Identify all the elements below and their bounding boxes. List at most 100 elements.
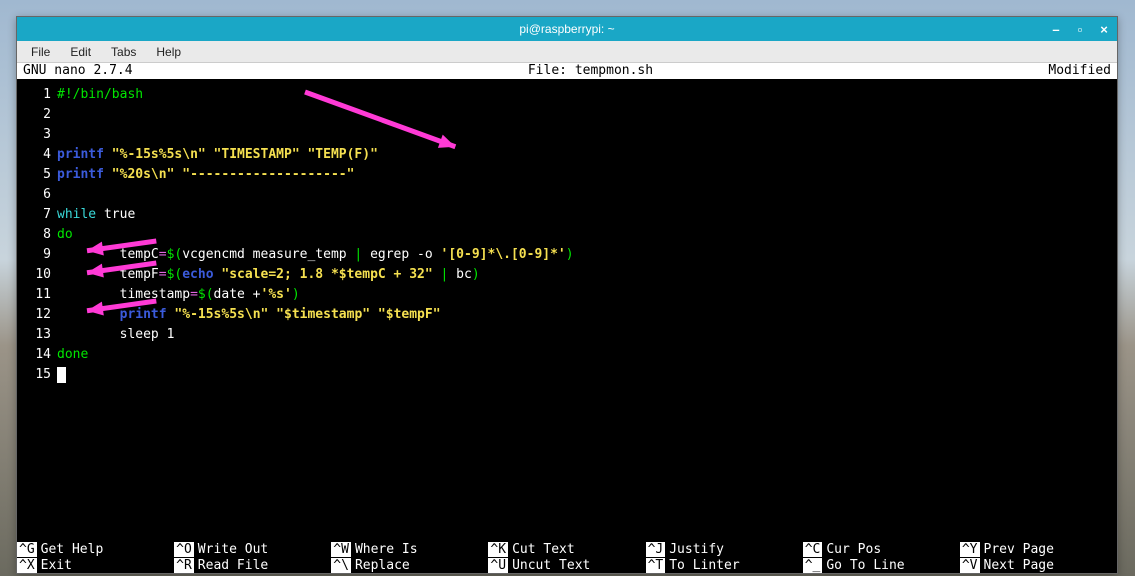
shortcut-key: ^O [174, 542, 194, 557]
line-content: done [57, 345, 1117, 365]
nano-shortcuts: ^G Get Help ^O Write Out ^WWhere Is^K Cut Tex… [17, 541, 1117, 573]
text-cursor [57, 367, 66, 383]
line-content: printf "%-15s%5s\n" "TIMESTAMP" "TEMP(F)… [57, 145, 1117, 165]
line-number: 11 [17, 285, 57, 305]
shortcut-label: Go To Line [826, 558, 904, 573]
shortcut-key: ^J [646, 542, 666, 557]
shortcut-label: Read File [198, 558, 268, 573]
shortcut-key: ^U [488, 558, 508, 573]
shortcut-key: ^R [174, 558, 194, 573]
shortcut-key: ^K [488, 542, 508, 557]
shortcut-key: ^V [960, 558, 980, 573]
shortcut-item: ^\ Replace [331, 557, 488, 573]
code-line[interactable]: 2 [17, 105, 1117, 125]
code-line[interactable]: 6 [17, 185, 1117, 205]
shortcut-item: ^YPrev Page [960, 541, 1117, 557]
shortcut-item: ^CCur Pos [803, 541, 960, 557]
line-content: while true [57, 205, 1117, 225]
shortcut-label: Cur Pos [826, 542, 881, 557]
line-content: printf "%20s\n" "--------------------" [57, 165, 1117, 185]
nano-modified: Modified [1048, 63, 1115, 79]
shortcut-label: Cut Text [512, 542, 575, 557]
nano-header: GNU nano 2.7.4 File: tempmon.sh Modified [17, 63, 1117, 79]
shortcut-key: ^\ [331, 558, 351, 573]
shortcut-item: ^V Next Page [960, 557, 1117, 573]
shortcut-key: ^G [17, 542, 37, 557]
shortcut-label: Uncut Text [512, 558, 590, 573]
line-content: #!/bin/bash [57, 85, 1117, 105]
minimize-button[interactable]: – [1047, 21, 1065, 37]
shortcut-label: To Linter [669, 558, 739, 573]
maximize-button[interactable]: ▫ [1071, 21, 1089, 37]
line-content: do [57, 225, 1117, 245]
shortcut-label: Where Is [355, 542, 418, 557]
code-line[interactable]: 10 tempF=$(echo "scale=2; 1.8 *$tempC + … [17, 265, 1117, 285]
nano-version: GNU nano 2.7.4 [19, 63, 133, 79]
close-button[interactable]: × [1095, 21, 1113, 37]
line-number: 9 [17, 245, 57, 265]
nano-filename: File: tempmon.sh [133, 63, 1049, 79]
window-titlebar[interactable]: pi@raspberrypi: ~ – ▫ × [17, 17, 1117, 41]
shortcut-item: ^O Write Out [174, 541, 331, 557]
shortcut-label: Next Page [984, 558, 1054, 573]
code-line[interactable]: 4printf "%-15s%5s\n" "TIMESTAMP" "TEMP(F… [17, 145, 1117, 165]
shortcut-item: ^U Uncut Text [488, 557, 645, 573]
editor-area[interactable]: 1#!/bin/bash234printf "%-15s%5s\n" "TIME… [17, 79, 1117, 385]
code-line[interactable]: 13 sleep 1 [17, 325, 1117, 345]
code-line[interactable]: 15 [17, 365, 1117, 385]
shortcut-item: ^_Go To Line [803, 557, 960, 573]
line-content: tempC=$(vcgencmd measure_temp | egrep -o… [57, 245, 1117, 265]
code-line[interactable]: 14done [17, 345, 1117, 365]
shortcut-label: Exit [41, 558, 72, 573]
shortcut-item: ^R Read File [174, 557, 331, 573]
shortcut-item: ^TTo Linter [646, 557, 803, 573]
line-number: 2 [17, 105, 57, 125]
window-controls: – ▫ × [1047, 17, 1113, 41]
terminal-window: pi@raspberrypi: ~ – ▫ × File Edit Tabs H… [16, 16, 1118, 574]
code-line[interactable]: 12 printf "%-15s%5s\n" "$timestamp" "$te… [17, 305, 1117, 325]
line-content [57, 365, 1117, 385]
shortcut-key: ^C [803, 542, 823, 557]
code-line[interactable]: 3 [17, 125, 1117, 145]
line-content: timestamp=$(date +'%s') [57, 285, 1117, 305]
shortcut-key: ^X [17, 558, 37, 573]
terminal-viewport[interactable]: GNU nano 2.7.4 File: tempmon.sh Modified… [17, 63, 1117, 573]
code-line[interactable]: 11 timestamp=$(date +'%s') [17, 285, 1117, 305]
shortcut-label: Justify [669, 542, 724, 557]
menu-help[interactable]: Help [148, 43, 189, 61]
code-line[interactable]: 9 tempC=$(vcgencmd measure_temp | egrep … [17, 245, 1117, 265]
menu-edit[interactable]: Edit [62, 43, 99, 61]
shortcut-label: Write Out [198, 542, 268, 557]
line-content [57, 185, 1117, 205]
shortcut-key: ^Y [960, 542, 980, 557]
menu-bar: File Edit Tabs Help [17, 41, 1117, 63]
shortcut-key: ^T [646, 558, 666, 573]
menu-file[interactable]: File [23, 43, 58, 61]
line-number: 5 [17, 165, 57, 185]
shortcut-label: Replace [355, 558, 410, 573]
line-number: 6 [17, 185, 57, 205]
shortcut-item: ^X Exit [17, 557, 174, 573]
shortcut-key: ^_ [803, 558, 823, 573]
code-line[interactable]: 1#!/bin/bash [17, 85, 1117, 105]
shortcut-label: Get Help [41, 542, 104, 557]
shortcut-item: ^G Get Help [17, 541, 174, 557]
code-line[interactable]: 5printf "%20s\n" "--------------------" [17, 165, 1117, 185]
shortcut-item: ^WWhere Is [331, 541, 488, 557]
line-number: 1 [17, 85, 57, 105]
code-line[interactable]: 7while true [17, 205, 1117, 225]
line-content [57, 125, 1117, 145]
line-number: 8 [17, 225, 57, 245]
line-content: sleep 1 [57, 325, 1117, 345]
line-number: 3 [17, 125, 57, 145]
code-line[interactable]: 8do [17, 225, 1117, 245]
shortcut-item: ^K Cut Text [488, 541, 645, 557]
line-content: tempF=$(echo "scale=2; 1.8 *$tempC + 32"… [57, 265, 1117, 285]
line-number: 4 [17, 145, 57, 165]
menu-tabs[interactable]: Tabs [103, 43, 144, 61]
window-title: pi@raspberrypi: ~ [519, 22, 614, 36]
line-number: 10 [17, 265, 57, 285]
line-content [57, 105, 1117, 125]
line-number: 13 [17, 325, 57, 345]
line-content: printf "%-15s%5s\n" "$timestamp" "$tempF… [57, 305, 1117, 325]
